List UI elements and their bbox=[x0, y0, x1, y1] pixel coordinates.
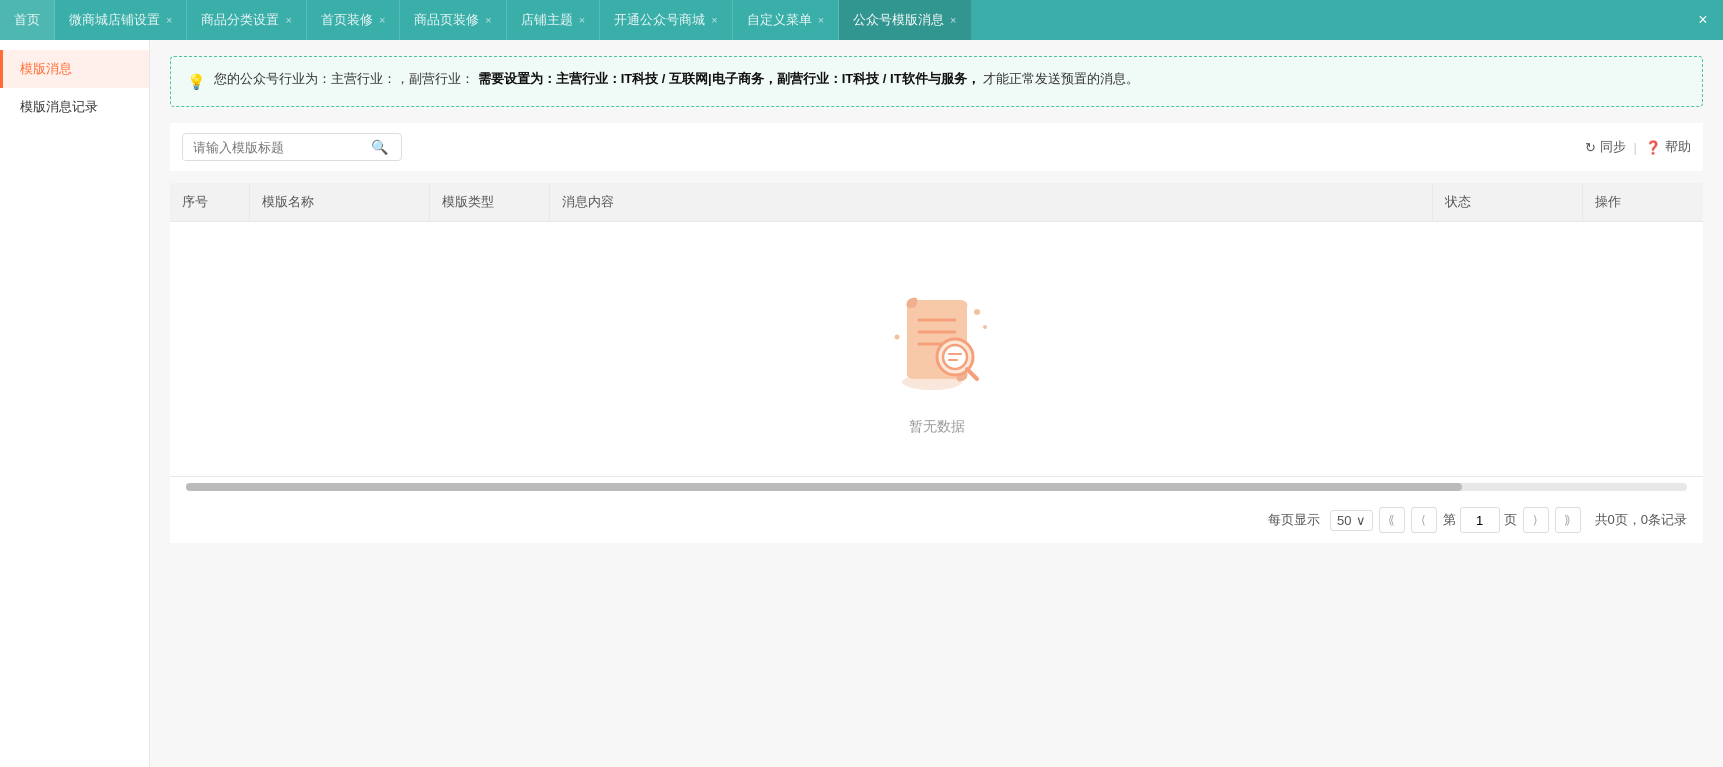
tab-custom-menu[interactable]: 自定义菜单 × bbox=[733, 0, 839, 40]
tab-open-shop[interactable]: 开通公众号商城 × bbox=[600, 0, 732, 40]
page-size-select[interactable]: 50 ∨ bbox=[1330, 510, 1372, 531]
tab-home[interactable]: 首页 bbox=[0, 0, 55, 40]
col-content: 消息内容 bbox=[550, 183, 1433, 221]
sidebar-item-template-log[interactable]: 模版消息记录 bbox=[0, 88, 149, 126]
svg-point-5 bbox=[943, 345, 967, 369]
page-number-input[interactable] bbox=[1460, 507, 1500, 533]
svg-line-6 bbox=[967, 369, 977, 379]
empty-state: 暂无数据 bbox=[170, 222, 1703, 476]
toolbar-divider: | bbox=[1634, 140, 1637, 155]
tab-close-custom-menu[interactable]: × bbox=[818, 14, 824, 26]
col-status: 状态 bbox=[1433, 183, 1583, 221]
sidebar: 模版消息 模版消息记录 bbox=[0, 40, 150, 767]
tab-close-shop-settings[interactable]: × bbox=[166, 14, 172, 26]
next-page-button[interactable]: ⟩ bbox=[1523, 507, 1549, 533]
empty-text: 暂无数据 bbox=[909, 418, 965, 436]
first-page-button[interactable]: ⟪ bbox=[1379, 507, 1405, 533]
notice-box: 💡 您的公众号行业为：主营行业：，副营行业： 需要设置为：主营行业：IT科技 /… bbox=[170, 56, 1703, 107]
scrollbar-area bbox=[170, 476, 1703, 497]
tab-template-msg[interactable]: 公众号模版消息 × bbox=[839, 0, 971, 40]
svg-point-11 bbox=[894, 335, 899, 340]
search-box[interactable]: 🔍 bbox=[182, 133, 402, 161]
main-layout: 模版消息 模版消息记录 💡 您的公众号行业为：主营行业：，副营行业： 需要设置为… bbox=[0, 40, 1723, 767]
col-type: 模版类型 bbox=[430, 183, 550, 221]
total-info: 共0页，0条记录 bbox=[1595, 511, 1687, 529]
page-label-before: 第 bbox=[1443, 511, 1456, 529]
bulb-icon: 💡 bbox=[187, 70, 206, 94]
tab-close-template-msg[interactable]: × bbox=[950, 14, 956, 26]
table-container: 序号 模版名称 模版类型 消息内容 状态 操作 bbox=[170, 183, 1703, 543]
empty-state-icon bbox=[877, 282, 997, 402]
tab-close-home-decor[interactable]: × bbox=[379, 14, 385, 26]
help-button[interactable]: ❓ 帮助 bbox=[1645, 138, 1691, 156]
top-nav: 首页 微商城店铺设置 × 商品分类设置 × 首页装修 × 商品页装修 × 店铺主… bbox=[0, 0, 1723, 40]
svg-point-9 bbox=[974, 309, 980, 315]
page-input-wrap: 第 页 bbox=[1443, 507, 1517, 533]
prev-page-button[interactable]: ⟨ bbox=[1411, 507, 1437, 533]
table-header: 序号 模版名称 模版类型 消息内容 状态 操作 bbox=[170, 183, 1703, 222]
tab-close-product-decor[interactable]: × bbox=[485, 14, 491, 26]
pagination: 每页显示 50 ∨ ⟪ ⟨ 第 页 ⟩ ⟫ 共0页，0条记录 bbox=[170, 497, 1703, 543]
help-icon: ❓ bbox=[1645, 140, 1661, 155]
svg-point-10 bbox=[983, 325, 987, 329]
tab-home-decor[interactable]: 首页装修 × bbox=[307, 0, 400, 40]
tab-close-category-settings[interactable]: × bbox=[285, 14, 291, 26]
sync-button[interactable]: ↻ 同步 bbox=[1585, 138, 1626, 156]
tab-close-store-theme[interactable]: × bbox=[579, 14, 585, 26]
col-action: 操作 bbox=[1583, 183, 1703, 221]
toolbar: 🔍 ↻ 同步 | ❓ 帮助 bbox=[170, 123, 1703, 171]
col-name: 模版名称 bbox=[250, 183, 430, 221]
tab-shop-settings[interactable]: 微商城店铺设置 × bbox=[55, 0, 187, 40]
sidebar-item-template-msg[interactable]: 模版消息 bbox=[0, 50, 149, 88]
notice-text: 您的公众号行业为：主营行业：，副营行业： 需要设置为：主营行业：IT科技 / 互… bbox=[214, 69, 1139, 90]
page-label-after: 页 bbox=[1504, 511, 1517, 529]
tab-product-decor[interactable]: 商品页装修 × bbox=[400, 0, 506, 40]
window-close-button[interactable]: × bbox=[1683, 0, 1723, 40]
search-button[interactable]: 🔍 bbox=[363, 134, 396, 160]
tab-close-open-shop[interactable]: × bbox=[711, 14, 717, 26]
tab-category-settings[interactable]: 商品分类设置 × bbox=[187, 0, 306, 40]
toolbar-right: ↻ 同步 | ❓ 帮助 bbox=[1585, 138, 1691, 156]
scrollbar-track[interactable] bbox=[186, 483, 1687, 491]
scrollbar-thumb[interactable] bbox=[186, 483, 1462, 491]
search-input[interactable] bbox=[183, 135, 363, 160]
content-area: 💡 您的公众号行业为：主营行业：，副营行业： 需要设置为：主营行业：IT科技 /… bbox=[150, 40, 1723, 767]
sync-icon: ↻ bbox=[1585, 140, 1596, 155]
col-index: 序号 bbox=[170, 183, 250, 221]
page-size-label: 每页显示 bbox=[1268, 511, 1320, 529]
tab-store-theme[interactable]: 店铺主题 × bbox=[507, 0, 600, 40]
last-page-button[interactable]: ⟫ bbox=[1555, 507, 1581, 533]
chevron-down-icon: ∨ bbox=[1356, 513, 1366, 528]
